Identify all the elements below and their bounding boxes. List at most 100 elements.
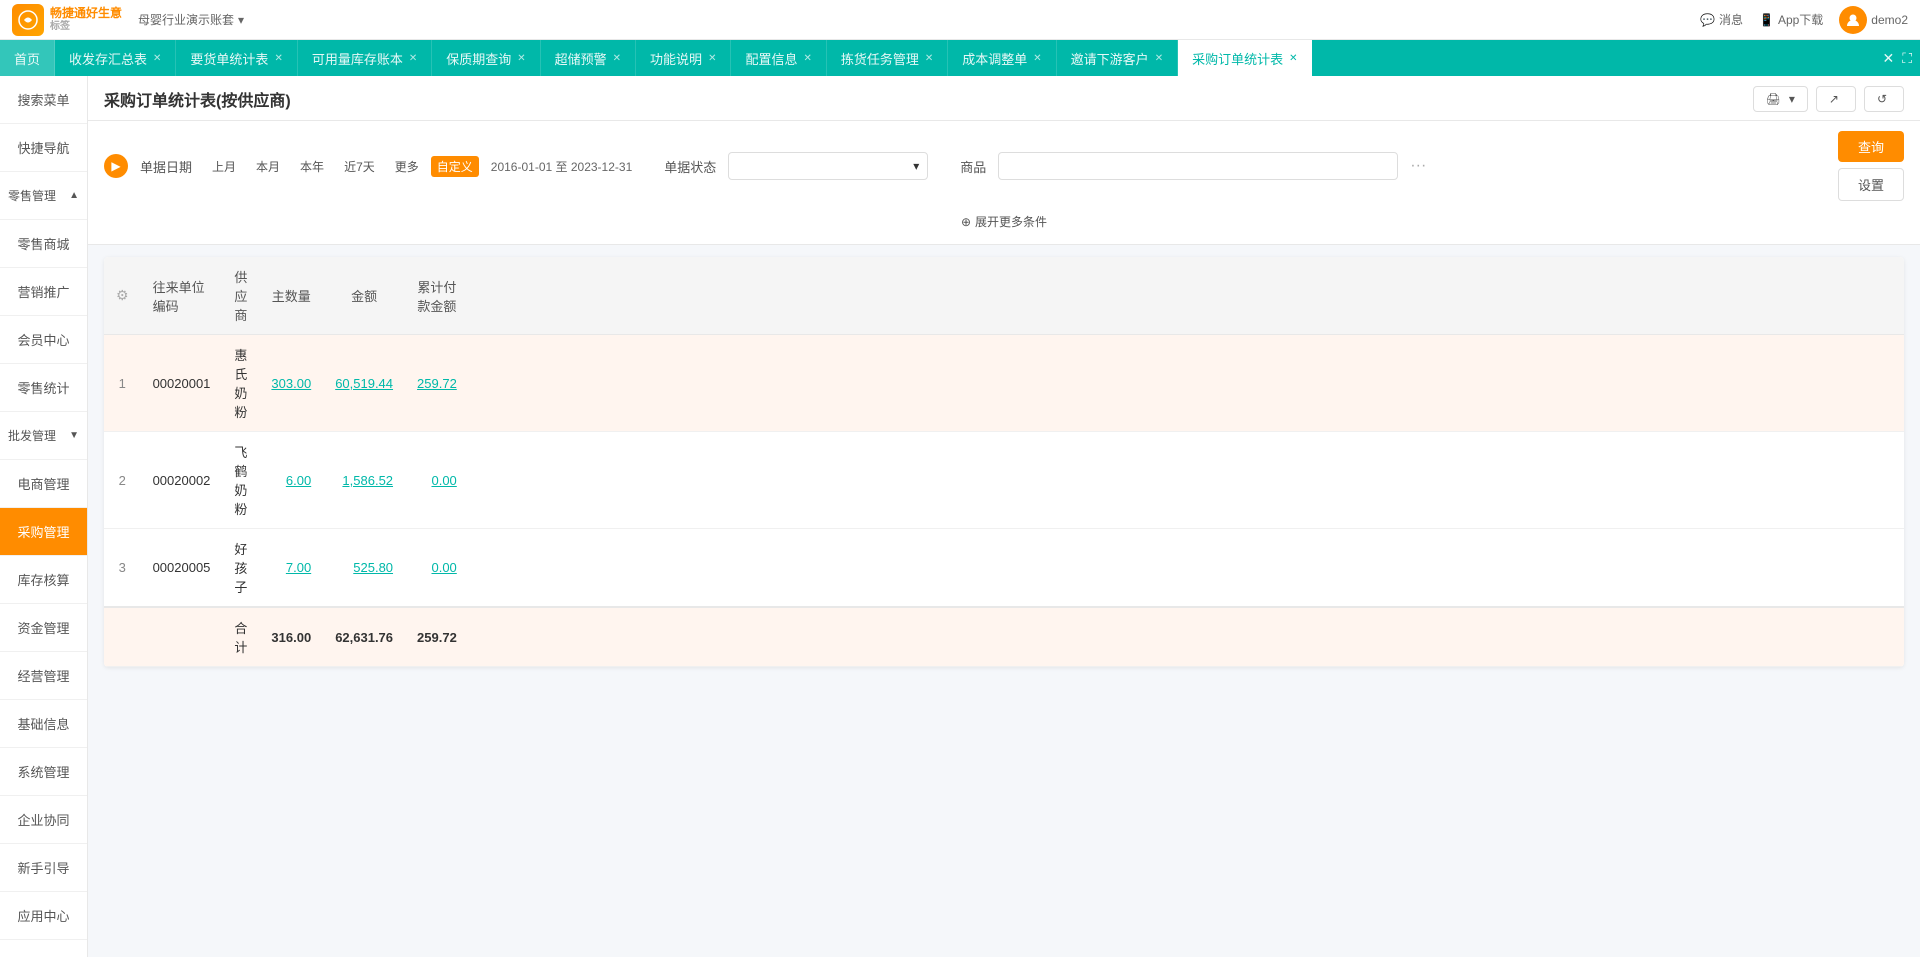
row-seq-1: 1 bbox=[104, 335, 141, 432]
query-button[interactable]: 查询 bbox=[1838, 131, 1904, 162]
logo-text: 畅捷通好生意 标签 bbox=[50, 6, 122, 32]
row-seq-2: 2 bbox=[104, 432, 141, 529]
table-footer: 合计 316.00 62,631.76 259.72 bbox=[104, 607, 1904, 667]
row-supplier-2: 飞鹤奶粉 bbox=[222, 432, 259, 529]
col-quantity: 主数量 bbox=[259, 257, 323, 335]
page-header: 采购订单统计表(按供应商) 🖨 ▾ ↗ ↺ bbox=[88, 76, 1920, 121]
shortcut-this-year[interactable]: 本年 bbox=[292, 156, 332, 177]
filter-row: ▶ 单据日期 上月 本月 本年 近7天 更多 自定义 2016-01-01 至 … bbox=[104, 131, 1904, 201]
tab-invite-downstream[interactable]: 邀请下游客户 ✕ bbox=[1057, 40, 1178, 76]
sidebar-item-inventory[interactable]: 库存核算 bbox=[0, 556, 87, 604]
sidebar-item-app-center[interactable]: 应用中心 bbox=[0, 892, 87, 940]
tab-inventory-ledger[interactable]: 可用量库存账本 ✕ bbox=[298, 40, 432, 76]
sidebar-item-enterprise[interactable]: 企业协同 bbox=[0, 796, 87, 844]
tab-close-pick[interactable]: ✕ bbox=[925, 53, 933, 64]
export-button[interactable]: ↗ bbox=[1816, 86, 1856, 112]
tab-config-info[interactable]: 配置信息 ✕ bbox=[731, 40, 826, 76]
col-settings: ⚙ bbox=[104, 257, 141, 335]
status-select[interactable]: ▾ bbox=[728, 152, 928, 180]
row-quantity-3[interactable]: 7.00 bbox=[259, 529, 323, 608]
tab-cost-adjust[interactable]: 成本调整单 ✕ bbox=[948, 40, 1056, 76]
user-area[interactable]: demo2 bbox=[1839, 6, 1908, 34]
sidebar-item-new-guide[interactable]: 新手引导 bbox=[0, 844, 87, 892]
sidebar-item-wholesale[interactable]: 批发管理 ▼ bbox=[0, 412, 87, 460]
shortcut-7days[interactable]: 近7天 bbox=[336, 156, 383, 177]
tab-order-summary[interactable]: 要货单统计表 ✕ bbox=[176, 40, 297, 76]
workspace-selector[interactable]: 母婴行业演示账套 ▾ bbox=[130, 7, 252, 32]
row-amount-3[interactable]: 525.80 bbox=[323, 529, 405, 608]
row-quantity-2[interactable]: 6.00 bbox=[259, 432, 323, 529]
tab-close-inventory-ledger[interactable]: ✕ bbox=[409, 53, 417, 64]
goods-input[interactable] bbox=[998, 152, 1398, 180]
sidebar-item-marketing[interactable]: 营销推广 bbox=[0, 268, 87, 316]
tab-close-order-summary[interactable]: ✕ bbox=[274, 53, 282, 64]
filter-toggle-button[interactable]: ▶ bbox=[104, 154, 128, 178]
sidebar-item-operations[interactable]: 经营管理 bbox=[0, 652, 87, 700]
sidebar-item-system[interactable]: 系统管理 bbox=[0, 748, 87, 796]
expand-more-button[interactable]: ⊕ 展开更多条件 bbox=[953, 209, 1055, 234]
top-bar-left: 畅捷通好生意 标签 母婴行业演示账套 ▾ bbox=[12, 4, 252, 36]
layout: 搜索菜单 快捷导航 零售管理 ▲ 零售商城 营销推广 会员中心 零售统计 批发管… bbox=[0, 76, 1920, 957]
row-quantity-1[interactable]: 303.00 bbox=[259, 335, 323, 432]
tab-pick-task[interactable]: 拣货任务管理 ✕ bbox=[827, 40, 948, 76]
row-paid-1[interactable]: 259.72 bbox=[405, 335, 469, 432]
row-code-2: 00020002 bbox=[141, 432, 223, 529]
row-paid-3[interactable]: 0.00 bbox=[405, 529, 469, 608]
sidebar-item-ecommerce[interactable]: 电商管理 bbox=[0, 460, 87, 508]
header-actions: 🖨 ▾ ↗ ↺ bbox=[1753, 86, 1904, 112]
tab-close-function[interactable]: ✕ bbox=[708, 53, 716, 64]
row-paid-2[interactable]: 0.00 bbox=[405, 432, 469, 529]
tab-close-receive-summary[interactable]: ✕ bbox=[153, 53, 161, 64]
expand-tabs-button[interactable]: ⛶ bbox=[1902, 50, 1912, 67]
shortcut-more[interactable]: 更多 bbox=[387, 156, 427, 177]
sidebar-item-retail[interactable]: 零售管理 ▲ bbox=[0, 172, 87, 220]
settings-button[interactable]: 设置 bbox=[1838, 168, 1904, 201]
tab-function-desc[interactable]: 功能说明 ✕ bbox=[636, 40, 731, 76]
tab-expiry-query[interactable]: 保质期查询 ✕ bbox=[432, 40, 540, 76]
logo-area: 畅捷通好生意 标签 bbox=[12, 4, 122, 36]
tab-purchase-summary[interactable]: 采购订单统计表 ✕ bbox=[1178, 40, 1312, 76]
table-row: 2 00020002 飞鹤奶粉 6.00 1,586.52 0.00 bbox=[104, 432, 1904, 529]
sidebar-item-enterprise-wechat[interactable]: 企业微信 bbox=[0, 940, 87, 957]
row-amount-2[interactable]: 1,586.52 bbox=[323, 432, 405, 529]
sidebar-item-retail-shop[interactable]: 零售商城 bbox=[0, 220, 87, 268]
date-shortcuts: 上月 本月 本年 近7天 更多 自定义 bbox=[204, 156, 479, 177]
export-icon: ↗ bbox=[1829, 92, 1839, 106]
app-download-button[interactable]: 📱 App下载 bbox=[1759, 11, 1823, 28]
wholesale-expand-icon: ▼ bbox=[69, 430, 79, 441]
tab-close-invite[interactable]: ✕ bbox=[1155, 53, 1163, 64]
sidebar-item-quick-nav[interactable]: 快捷导航 bbox=[0, 124, 87, 172]
footer-row: 合计 316.00 62,631.76 259.72 bbox=[104, 607, 1904, 667]
sidebar-item-basic-info[interactable]: 基础信息 bbox=[0, 700, 87, 748]
shortcut-custom[interactable]: 自定义 bbox=[431, 156, 479, 177]
refresh-button[interactable]: ↺ bbox=[1864, 86, 1904, 112]
tab-close-config[interactable]: ✕ bbox=[803, 53, 811, 64]
shortcut-last-month[interactable]: 上月 bbox=[204, 156, 244, 177]
tab-close-cost[interactable]: ✕ bbox=[1033, 53, 1041, 64]
date-range: 2016-01-01 至 2023-12-31 bbox=[491, 158, 632, 175]
tab-home[interactable]: 首页 bbox=[0, 40, 55, 76]
column-settings-icon[interactable]: ⚙ bbox=[116, 287, 129, 303]
footer-label: 合计 bbox=[222, 607, 259, 667]
tab-receive-summary[interactable]: 收发存汇总表 ✕ bbox=[55, 40, 176, 76]
messages-button[interactable]: 💬 消息 bbox=[1700, 11, 1743, 28]
goods-more-icon[interactable]: ··· bbox=[1410, 157, 1426, 175]
row-amount-1[interactable]: 60,519.44 bbox=[323, 335, 405, 432]
shortcut-this-month[interactable]: 本月 bbox=[248, 156, 288, 177]
sidebar-item-purchase[interactable]: 采购管理 bbox=[0, 508, 87, 556]
sidebar-item-retail-stats[interactable]: 零售统计 bbox=[0, 364, 87, 412]
tab-close-purchase[interactable]: ✕ bbox=[1289, 53, 1297, 64]
tab-overstock-alert[interactable]: 超储预警 ✕ bbox=[541, 40, 636, 76]
message-icon: 💬 bbox=[1700, 13, 1715, 27]
tab-close-expiry-query[interactable]: ✕ bbox=[517, 53, 525, 64]
retail-expand-icon: ▲ bbox=[69, 190, 79, 201]
row-supplier-1: 惠氏奶粉 bbox=[222, 335, 259, 432]
sidebar-item-search[interactable]: 搜索菜单 bbox=[0, 76, 87, 124]
table-row: 1 00020001 惠氏奶粉 303.00 60,519.44 259.72 bbox=[104, 335, 1904, 432]
close-all-tabs-button[interactable]: ✕ bbox=[1882, 50, 1894, 67]
sidebar-item-finance[interactable]: 资金管理 bbox=[0, 604, 87, 652]
tab-close-overstock[interactable]: ✕ bbox=[613, 53, 621, 64]
filter-area: ▶ 单据日期 上月 本月 本年 近7天 更多 自定义 2016-01-01 至 … bbox=[88, 121, 1920, 245]
print-button[interactable]: 🖨 ▾ bbox=[1753, 86, 1808, 112]
sidebar-item-member[interactable]: 会员中心 bbox=[0, 316, 87, 364]
